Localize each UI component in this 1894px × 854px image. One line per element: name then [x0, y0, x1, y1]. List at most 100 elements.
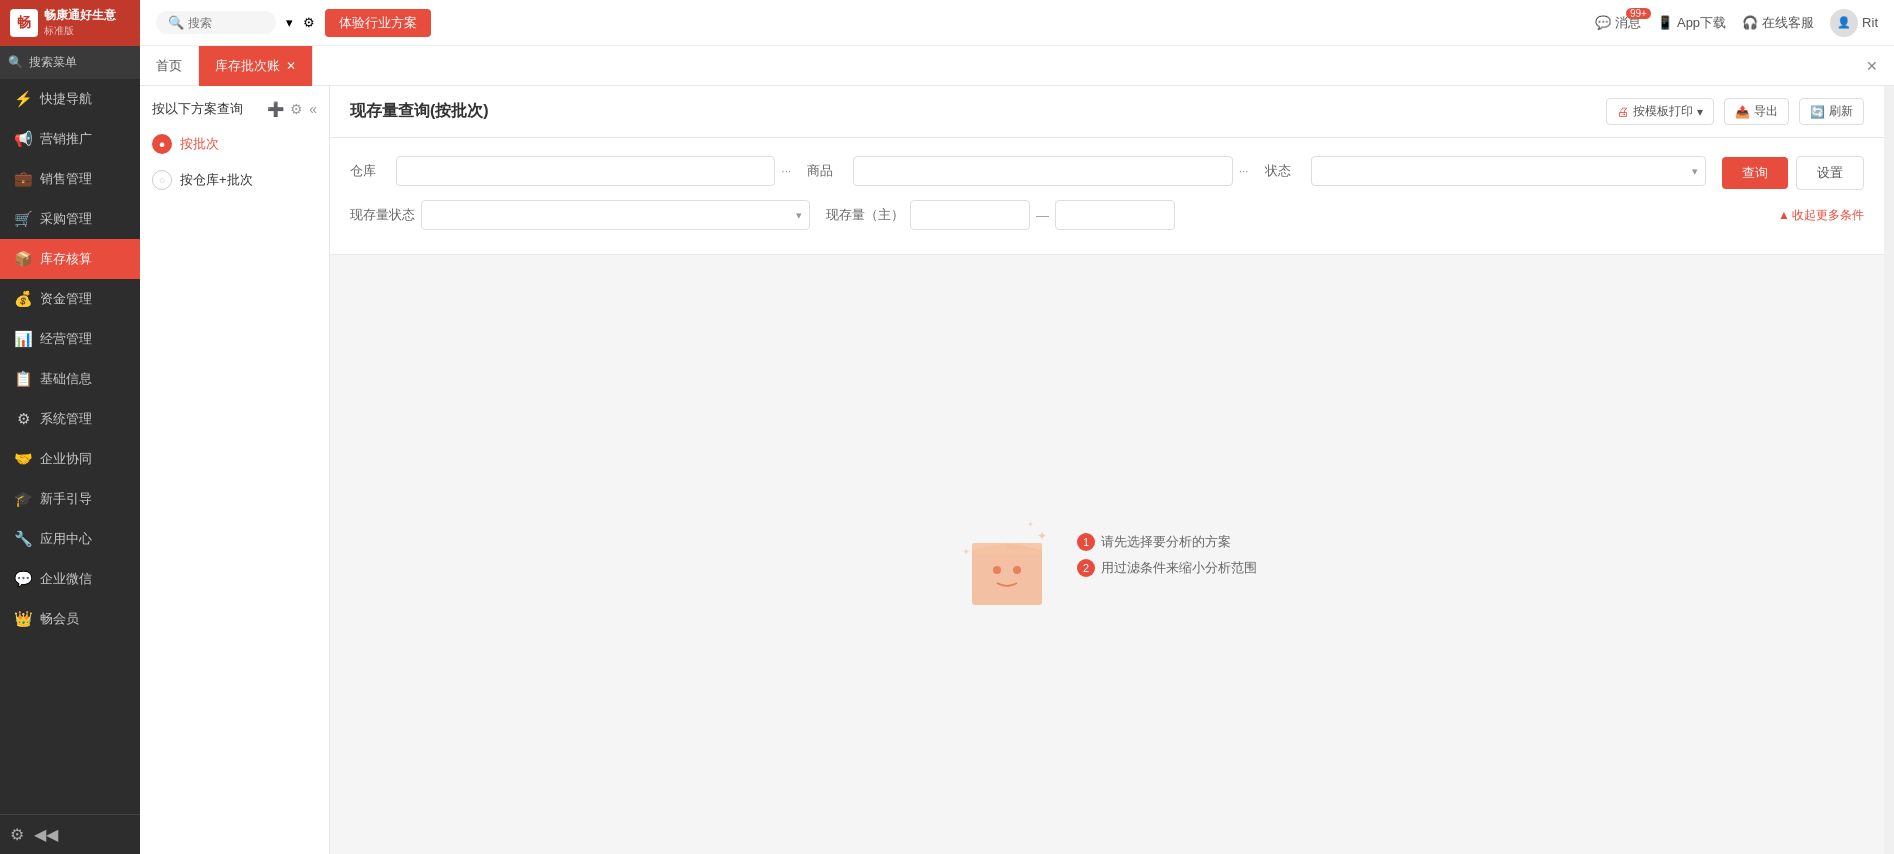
- product-more-icon[interactable]: ···: [1239, 164, 1249, 178]
- sidebar-item-wechat[interactable]: 💬 企业微信: [0, 559, 140, 599]
- status-select[interactable]: [1311, 156, 1706, 186]
- collapse-icon[interactable]: ◀◀: [34, 825, 58, 844]
- status-label: 状态: [1265, 162, 1305, 180]
- sidebar-item-enterprise[interactable]: 🤝 企业协同: [0, 439, 140, 479]
- sidebar-item-operations[interactable]: 📊 经营管理: [0, 319, 140, 359]
- stock-status-label: 现存量状态: [350, 206, 415, 224]
- purchase-icon: 🛒: [14, 210, 32, 228]
- stock-status-filter: 现存量状态: [350, 200, 810, 230]
- stock-status-select[interactable]: [421, 200, 810, 230]
- message-icon: 💬: [1595, 15, 1611, 30]
- refresh-btn[interactable]: 🔄 刷新: [1799, 98, 1864, 125]
- settings-icon[interactable]: ⚙: [10, 825, 24, 844]
- panel-header-title: 按以下方案查询: [152, 100, 243, 118]
- page-title: 现存量查询(按批次): [350, 101, 489, 122]
- warehouse-more-icon[interactable]: ···: [781, 164, 791, 178]
- status-filter: 状态: [1265, 156, 1706, 186]
- stock-amount-min[interactable]: [910, 200, 1030, 230]
- basic-info-icon: 📋: [14, 370, 32, 388]
- step-2-num: 2: [1077, 559, 1095, 577]
- warehouse-batch-scheme-icon: ○: [152, 170, 172, 190]
- tab-close-icon[interactable]: ✕: [286, 59, 296, 73]
- refresh-icon: 🔄: [1810, 105, 1825, 119]
- search-menu[interactable]: 🔍 搜索菜单: [0, 46, 140, 79]
- empty-svg: ✦ ✦ ✦: [957, 505, 1067, 615]
- sidebar-item-label: 企业协同: [40, 450, 92, 468]
- sidebar-header: 畅 畅康通好生意 标准版: [0, 0, 140, 46]
- search-menu-label: 搜索菜单: [29, 54, 77, 71]
- left-panel: 按以下方案查询 ➕ ⚙ « ● 按批次 ○ 按仓库+批次: [140, 86, 330, 854]
- right-scrollbar[interactable]: [1884, 86, 1894, 854]
- filter-area: 仓库 ··· 商品 ··· 状态: [330, 138, 1884, 255]
- sidebar-item-label: 新手引导: [40, 490, 92, 508]
- step-1-text: 请先选择要分析的方案: [1101, 533, 1231, 551]
- finance-icon: 💰: [14, 290, 32, 308]
- svg-point-4: [993, 566, 1001, 574]
- refresh-label: 刷新: [1829, 103, 1853, 120]
- sidebar-item-system[interactable]: ⚙ 系统管理: [0, 399, 140, 439]
- stock-amount-filter: 现存量（主） —: [826, 200, 1286, 230]
- sidebar-item-purchase[interactable]: 🛒 采购管理: [0, 199, 140, 239]
- sidebar-item-vip[interactable]: 👑 畅会员: [0, 599, 140, 639]
- print-btn[interactable]: 🖨 按模板打印 ▾: [1606, 98, 1714, 125]
- print-icon: 🖨: [1617, 105, 1629, 119]
- sidebar-item-label: 基础信息: [40, 370, 92, 388]
- topbar-gear-icon[interactable]: ⚙: [303, 15, 315, 30]
- svg-text:✦: ✦: [1027, 520, 1034, 529]
- warehouse-input[interactable]: [396, 156, 775, 186]
- empty-step-1: 1 请先选择要分析的方案: [1077, 533, 1257, 551]
- product-filter: 商品 ···: [807, 156, 1248, 186]
- marketing-icon: 📢: [14, 130, 32, 148]
- sidebar-item-label: 营销推广: [40, 130, 92, 148]
- app-download-btn[interactable]: 📱 App下载: [1657, 14, 1726, 32]
- messages-badge: 99+: [1626, 8, 1651, 19]
- settings-button[interactable]: 设置: [1796, 156, 1864, 190]
- phone-icon: 📱: [1657, 15, 1673, 30]
- main-area: 🔍 ▾ ⚙ 体验行业方案 💬 消息 99+ 📱 App下载 🎧 在线客服 👤 R: [140, 0, 1894, 854]
- export-icon: 📤: [1735, 105, 1750, 119]
- stock-amount-max[interactable]: [1055, 200, 1175, 230]
- tabbar: 首页 库存批次账 ✕ ✕: [140, 46, 1894, 86]
- tab-home[interactable]: 首页: [140, 46, 199, 86]
- sidebar-item-marketing[interactable]: 📢 营销推广: [0, 119, 140, 159]
- tab-inventory-batch-label: 库存批次账: [215, 57, 280, 75]
- sidebar-item-inventory[interactable]: 📦 库存核算: [0, 239, 140, 279]
- sidebar-item-apps[interactable]: 🔧 应用中心: [0, 519, 140, 559]
- online-service-label: 在线客服: [1762, 14, 1814, 32]
- topbar-actions: 💬 消息 99+ 📱 App下载 🎧 在线客服 👤 Rit: [1595, 9, 1878, 37]
- step-2-text: 用过滤条件来缩小分析范围: [1101, 559, 1257, 577]
- sidebar-item-finance[interactable]: 💰 资金管理: [0, 279, 140, 319]
- online-service-btn[interactable]: 🎧 在线客服: [1742, 14, 1814, 32]
- tabbar-close-icon[interactable]: ✕: [1866, 58, 1878, 74]
- sidebar-item-newbie[interactable]: 🎓 新手引导: [0, 479, 140, 519]
- product-input[interactable]: [853, 156, 1232, 186]
- messages-btn[interactable]: 💬 消息 99+: [1595, 14, 1641, 32]
- empty-text: 1 请先选择要分析的方案 2 用过滤条件来缩小分析范围: [1077, 533, 1257, 577]
- page-header-actions: 🖨 按模板打印 ▾ 📤 导出 🔄 刷新: [1606, 98, 1864, 125]
- topbar-search-input[interactable]: [188, 16, 268, 30]
- sidebar-item-shortcuts[interactable]: ⚡ 快捷导航: [0, 79, 140, 119]
- trial-button[interactable]: 体验行业方案: [325, 9, 431, 37]
- export-btn[interactable]: 📤 导出: [1724, 98, 1789, 125]
- sidebar-item-sales[interactable]: 💼 销售管理: [0, 159, 140, 199]
- sidebar-item-label: 应用中心: [40, 530, 92, 548]
- collapse-filter-btn[interactable]: ▲ 收起更多条件: [1778, 207, 1864, 224]
- sidebar-item-label: 快捷导航: [40, 90, 92, 108]
- topbar-dropdown-icon[interactable]: ▾: [286, 15, 293, 30]
- add-scheme-icon[interactable]: ➕: [267, 101, 284, 117]
- sidebar-item-basic-info[interactable]: 📋 基础信息: [0, 359, 140, 399]
- print-dropdown-icon[interactable]: ▾: [1697, 105, 1703, 119]
- panel-item-by-warehouse-batch[interactable]: ○ 按仓库+批次: [140, 162, 329, 198]
- svg-rect-3: [972, 543, 1042, 553]
- query-button[interactable]: 查询: [1722, 157, 1788, 189]
- panel-item-by-batch[interactable]: ● 按批次: [140, 126, 329, 162]
- tab-inventory-batch[interactable]: 库存批次账 ✕: [199, 46, 313, 86]
- collapse-panel-icon[interactable]: «: [309, 101, 317, 117]
- user-avatar[interactable]: 👤 Rit: [1830, 9, 1878, 37]
- svg-point-5: [1013, 566, 1021, 574]
- empty-step-2: 2 用过滤条件来缩小分析范围: [1077, 559, 1257, 577]
- sidebar: 畅 畅康通好生意 标准版 🔍 搜索菜单 ⚡ 快捷导航 📢 营销推广 💼 销售管理…: [0, 0, 140, 854]
- topbar-search[interactable]: 🔍: [156, 11, 276, 34]
- settings-scheme-icon[interactable]: ⚙: [290, 101, 303, 117]
- content-area: 按以下方案查询 ➕ ⚙ « ● 按批次 ○ 按仓库+批次 现存量查询(按批次): [140, 86, 1894, 854]
